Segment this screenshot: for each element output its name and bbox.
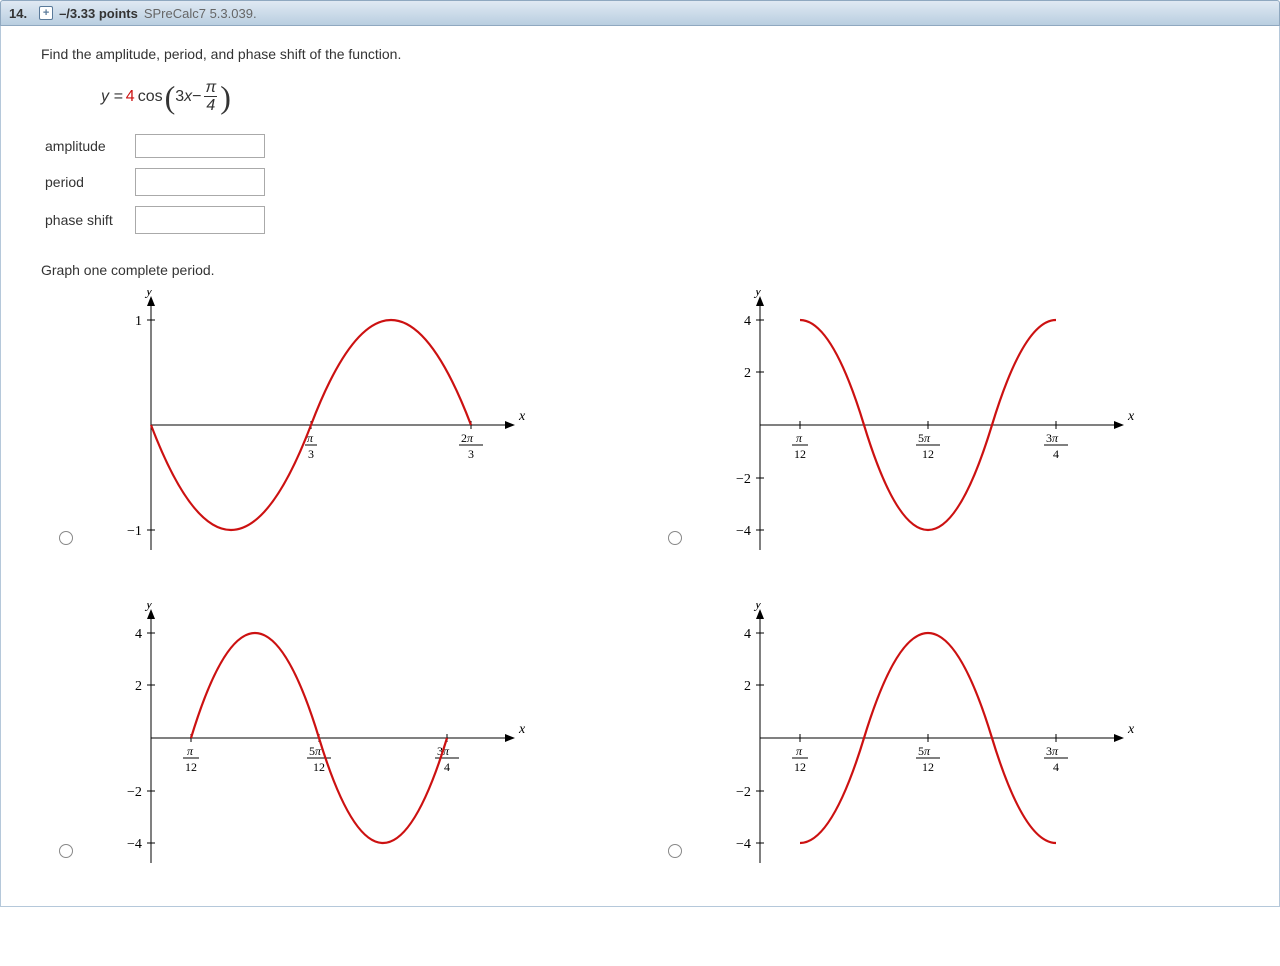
question-body: Find the amplitude, period, and phase sh… <box>0 26 1280 907</box>
svg-text:4: 4 <box>135 627 142 642</box>
amplitude-label: amplitude <box>45 138 135 154</box>
svg-text:12: 12 <box>313 760 325 774</box>
svg-text:3: 3 <box>308 447 314 461</box>
radio-option-b[interactable] <box>668 531 682 545</box>
svg-text:5π: 5π <box>918 744 931 758</box>
svg-text:2: 2 <box>744 366 751 381</box>
svg-text:y: y <box>753 603 762 612</box>
svg-text:−4: −4 <box>127 837 142 852</box>
phase-shift-label: phase shift <box>45 212 135 228</box>
svg-text:−4: −4 <box>736 524 751 539</box>
amplitude-input[interactable] <box>135 134 265 158</box>
eq-paren-group: ( 3 x − π 4 ) <box>165 80 231 114</box>
svg-text:12: 12 <box>922 760 934 774</box>
graph-b-svg: 4 2 −2 −4 π 12 5π 12 3π 4 y x <box>700 290 1140 560</box>
svg-text:π: π <box>187 744 194 758</box>
svg-text:x: x <box>1127 722 1135 737</box>
period-input[interactable] <box>135 168 265 196</box>
graph-option-d: 4 2 −2 −4 π 12 5π 12 3π 4 y x <box>700 603 1239 876</box>
equation-display: y = 4 cos ( 3 x − π 4 ) <box>101 80 1239 114</box>
svg-text:12: 12 <box>185 760 197 774</box>
points-text: –/3.33 points <box>59 6 138 21</box>
svg-text:−1: −1 <box>127 524 142 539</box>
svg-text:3π: 3π <box>1046 431 1059 445</box>
expand-toggle-icon[interactable]: + <box>39 6 53 20</box>
svg-text:4: 4 <box>1053 447 1059 461</box>
graph-a-svg: 1 −1 π 3 2π 3 y x <box>91 290 531 560</box>
svg-text:2: 2 <box>135 679 142 694</box>
svg-text:12: 12 <box>922 447 934 461</box>
svg-text:π: π <box>796 431 803 445</box>
eq-lhs: y = <box>101 88 123 106</box>
svg-text:5π: 5π <box>918 431 931 445</box>
eq-var: x <box>184 88 192 106</box>
svg-text:2π: 2π <box>461 431 474 445</box>
svg-text:−4: −4 <box>736 837 751 852</box>
svg-text:3: 3 <box>468 447 474 461</box>
graph-d-svg: 4 2 −2 −4 π 12 5π 12 3π 4 y x <box>700 603 1140 873</box>
svg-text:4: 4 <box>1053 760 1059 774</box>
radio-option-a[interactable] <box>59 531 73 545</box>
graph-options: 1 −1 π 3 2π 3 y x <box>91 290 1239 876</box>
eq-func: cos <box>138 88 163 106</box>
svg-text:2: 2 <box>744 679 751 694</box>
phase-shift-input[interactable] <box>135 206 265 234</box>
svg-text:y: y <box>753 290 762 299</box>
svg-text:3π: 3π <box>1046 744 1059 758</box>
svg-text:4: 4 <box>444 760 450 774</box>
graph-option-b: 4 2 −2 −4 π 12 5π 12 3π 4 y x <box>700 290 1239 563</box>
svg-text:x: x <box>1127 409 1135 424</box>
svg-text:−2: −2 <box>736 472 751 487</box>
svg-text:1: 1 <box>135 314 142 329</box>
question-header: 14. + –/3.33 points SPreCalc7 5.3.039. <box>0 0 1280 26</box>
svg-text:y: y <box>144 603 153 612</box>
svg-text:−2: −2 <box>127 785 142 800</box>
svg-text:5π: 5π <box>309 744 322 758</box>
eq-minus: − <box>192 88 201 106</box>
svg-text:−2: −2 <box>736 785 751 800</box>
answer-table: amplitude period phase shift <box>45 134 1239 234</box>
paren-left-icon: ( <box>165 81 176 113</box>
svg-text:4: 4 <box>744 627 751 642</box>
instruction-text: Find the amplitude, period, and phase sh… <box>41 46 1239 62</box>
period-label: period <box>45 174 135 190</box>
graph-option-c: 4 2 −2 −4 π 12 5π 12 3π 4 y x <box>91 603 630 876</box>
graph-option-a: 1 −1 π 3 2π 3 y x <box>91 290 630 563</box>
eq-mult: 3 <box>175 88 184 106</box>
graph-instruction: Graph one complete period. <box>41 262 1239 278</box>
svg-text:π: π <box>796 744 803 758</box>
graph-c-svg: 4 2 −2 −4 π 12 5π 12 3π 4 y x <box>91 603 531 873</box>
paren-right-icon: ) <box>220 81 231 113</box>
eq-fraction: π 4 <box>204 80 219 114</box>
svg-text:12: 12 <box>794 760 806 774</box>
svg-text:x: x <box>518 722 526 737</box>
svg-text:x: x <box>518 409 526 424</box>
assignment-ref: SPreCalc7 5.3.039. <box>144 6 257 21</box>
question-number: 14. <box>9 6 27 21</box>
eq-coefficient: 4 <box>126 88 135 106</box>
radio-option-c[interactable] <box>59 844 73 858</box>
svg-text:12: 12 <box>794 447 806 461</box>
radio-option-d[interactable] <box>668 844 682 858</box>
svg-text:4: 4 <box>744 314 751 329</box>
svg-text:y: y <box>144 290 153 299</box>
